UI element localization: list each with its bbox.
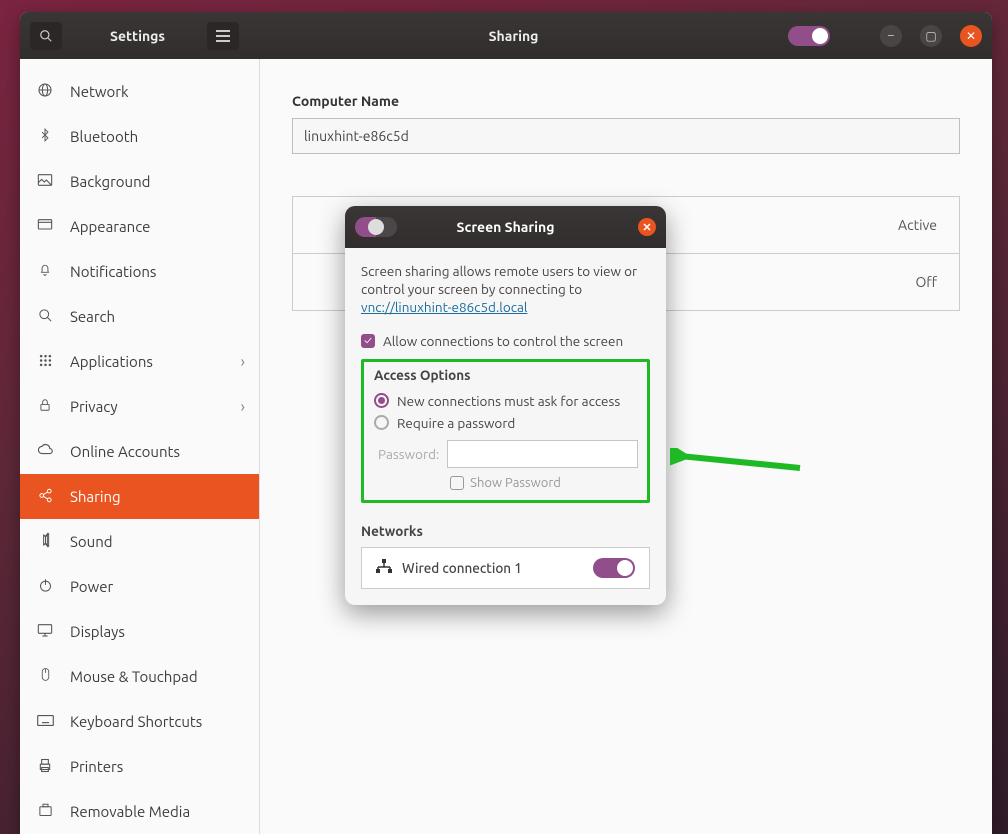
search-icon	[34, 308, 56, 326]
remov-icon	[34, 803, 56, 821]
password-field-label: Password:	[378, 446, 439, 462]
sidebar-item-label: Displays	[70, 623, 125, 640]
computer-name-field[interactable]: linuxhint-e86c5d	[292, 118, 960, 154]
sidebar-item-bluetooth[interactable]: Bluetooth	[20, 114, 259, 159]
sidebar-item-label: Removable Media	[70, 803, 190, 820]
print-icon	[34, 758, 56, 776]
sidebar-item-notifications[interactable]: Notifications	[20, 249, 259, 294]
search-button[interactable]	[30, 22, 62, 50]
network-name: Wired connection 1	[402, 560, 522, 576]
allow-control-checkbox[interactable]: ✓	[361, 334, 375, 348]
wired-icon	[376, 559, 392, 576]
dialog-description: Screen sharing allows remote users to vi…	[361, 262, 650, 317]
chevron-right-icon: ›	[241, 398, 246, 416]
networks-header: Networks	[361, 523, 650, 539]
network-toggle[interactable]	[593, 558, 635, 578]
sidebar-item-keyboard-shortcuts[interactable]: Keyboard Shortcuts	[20, 699, 259, 744]
app-title: Settings	[110, 28, 165, 44]
bell-icon	[34, 262, 56, 281]
sidebar-item-label: Notifications	[70, 263, 156, 280]
close-button[interactable]: ✕	[960, 25, 982, 47]
cloud-icon	[34, 443, 56, 460]
dialog-titlebar: Screen Sharing ✕	[345, 206, 666, 248]
lock-icon	[34, 397, 56, 416]
sidebar-item-power[interactable]: Power	[20, 564, 259, 609]
share-icon	[34, 488, 56, 506]
hamburger-button[interactable]	[207, 22, 239, 50]
minimize-button[interactable]: –	[880, 25, 902, 47]
screen-sharing-toggle[interactable]	[355, 217, 397, 237]
show-password-checkbox[interactable]	[450, 476, 464, 490]
sidebar-item-mouse-touchpad[interactable]: Mouse & Touchpad	[20, 654, 259, 699]
status-active: Active	[898, 217, 937, 233]
show-password-label: Show Password	[470, 476, 561, 490]
sidebar-item-applications[interactable]: Applications ›	[20, 339, 259, 384]
sidebar-item-network[interactable]: Network	[20, 69, 259, 114]
sharing-master-toggle[interactable]	[788, 26, 830, 46]
status-off: Off	[915, 274, 937, 290]
sidebar-item-label: Network	[70, 83, 129, 100]
computer-name-label: Computer Name	[292, 93, 960, 109]
sidebar-item-label: Sound	[70, 533, 113, 550]
sidebar-item-label: Bluetooth	[70, 128, 138, 145]
sidebar-item-label: Printers	[70, 758, 123, 775]
sidebar-item-label: Search	[70, 308, 115, 325]
globe-icon	[34, 82, 56, 101]
access-options-section: Access Options New connections must ask …	[361, 359, 650, 503]
sidebar-item-label: Applications	[70, 353, 153, 370]
dialog-close-button[interactable]: ✕	[638, 218, 656, 236]
page-title: Sharing	[239, 28, 788, 44]
sidebar-item-sound[interactable]: Sound	[20, 519, 259, 564]
sidebar-item-label: Background	[70, 173, 150, 190]
appear-icon	[34, 218, 56, 235]
mouse-icon	[34, 667, 56, 686]
chevron-right-icon: ›	[241, 353, 246, 371]
search-icon	[39, 29, 53, 43]
kbd-icon	[34, 713, 56, 730]
sidebar-item-printers[interactable]: Printers	[20, 744, 259, 789]
bg-icon	[34, 173, 56, 190]
sidebar-item-removable-media[interactable]: Removable Media	[20, 789, 259, 834]
hamburger-icon	[216, 30, 230, 42]
network-row: Wired connection 1	[361, 547, 650, 589]
radio-ask-label: New connections must ask for access	[397, 393, 620, 409]
maximize-button[interactable]: ▢	[920, 25, 942, 47]
access-options-header: Access Options	[374, 367, 637, 383]
radio-password-label: Require a password	[397, 415, 515, 431]
power-icon	[34, 578, 56, 596]
radio-require-password[interactable]	[374, 415, 389, 430]
sidebar-item-displays[interactable]: Displays	[20, 609, 259, 654]
sidebar-item-search[interactable]: Search	[20, 294, 259, 339]
sidebar-item-label: Power	[70, 578, 113, 595]
allow-control-label: Allow connections to control the screen	[383, 333, 623, 349]
sidebar-item-label: Appearance	[70, 218, 150, 235]
vnc-link[interactable]: vnc://linuxhint-e86c5d.local	[361, 299, 527, 315]
sidebar: Network Bluetooth Background Appearance Noti…	[20, 59, 260, 834]
disp-icon	[34, 623, 56, 640]
password-input[interactable]	[447, 440, 638, 468]
sidebar-item-label: Sharing	[70, 488, 121, 505]
sidebar-item-privacy[interactable]: Privacy ›	[20, 384, 259, 429]
sidebar-item-background[interactable]: Background	[20, 159, 259, 204]
dialog-title: Screen Sharing	[457, 219, 555, 235]
radio-ask-for-access[interactable]	[374, 393, 389, 408]
sidebar-item-label: Privacy	[70, 398, 118, 415]
titlebar: Settings Sharing – ▢ ✕	[20, 12, 992, 59]
apps-icon	[34, 353, 56, 371]
sound-icon	[34, 532, 56, 551]
bt-icon	[34, 127, 56, 146]
sidebar-item-label: Mouse & Touchpad	[70, 668, 198, 685]
sidebar-item-online-accounts[interactable]: Online Accounts	[20, 429, 259, 474]
sidebar-item-label: Online Accounts	[70, 443, 180, 460]
screen-sharing-dialog: Screen Sharing ✕ Screen sharing allows r…	[345, 206, 666, 605]
sidebar-item-sharing[interactable]: Sharing	[20, 474, 259, 519]
sidebar-item-appearance[interactable]: Appearance	[20, 204, 259, 249]
sidebar-item-label: Keyboard Shortcuts	[70, 713, 202, 730]
